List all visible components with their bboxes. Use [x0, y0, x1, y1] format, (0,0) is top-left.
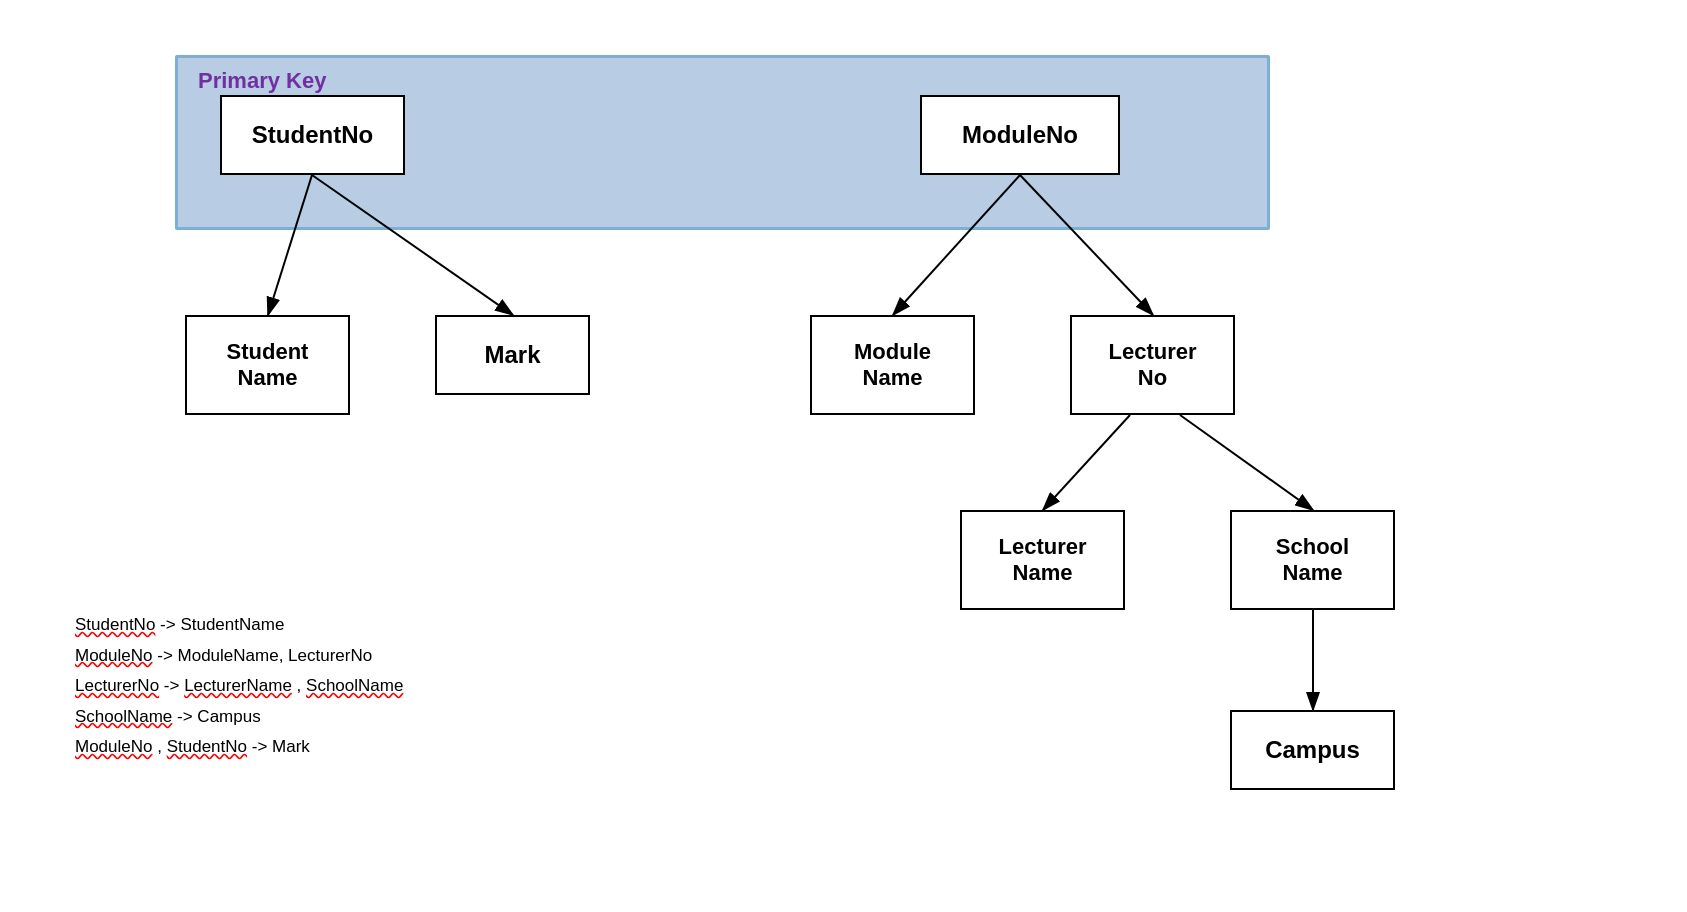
- functional-dependencies: StudentNo -> StudentName ModuleNo -> Mod…: [75, 610, 403, 763]
- diagram-container: Primary Key StudentNo ModuleNo StudentNa…: [0, 0, 1687, 912]
- node-studentname: StudentName: [185, 315, 350, 415]
- node-mark: Mark: [435, 315, 590, 395]
- arrow-studentno-studentname: [268, 175, 312, 315]
- fd-moduleno-1: ModuleNo: [75, 646, 153, 665]
- node-schoolname: SchoolName: [1230, 510, 1395, 610]
- arrow-lecturerno-schoolname: [1180, 415, 1313, 510]
- arrow-lecturerno-lecturername: [1043, 415, 1130, 510]
- fd-line-5: ModuleNo , StudentNo -> Mark: [75, 732, 403, 763]
- fd-studentno: StudentNo: [75, 615, 155, 634]
- fd-schoolname-2: SchoolName: [75, 707, 172, 726]
- fd-line-2: ModuleNo -> ModuleName, LecturerNo: [75, 641, 403, 672]
- fd-schoolname: SchoolName: [306, 676, 403, 695]
- fd-line-1: StudentNo -> StudentName: [75, 610, 403, 641]
- fd-line-4: SchoolName -> Campus: [75, 702, 403, 733]
- arrow-moduleno-lecturerno: [1020, 175, 1153, 315]
- node-campus: Campus: [1230, 710, 1395, 790]
- node-lecturername: LecturerName: [960, 510, 1125, 610]
- fd-line-3: LecturerNo -> LecturerName , SchoolName: [75, 671, 403, 702]
- arrow-moduleno-modulename: [893, 175, 1020, 315]
- fd-lecturerno: LecturerNo: [75, 676, 159, 695]
- fd-moduleno-2: ModuleNo: [75, 737, 153, 756]
- fd-lecturername: LecturerName: [184, 676, 292, 695]
- node-lecturerno: LecturerNo: [1070, 315, 1235, 415]
- fd-studentno-2: StudentNo: [167, 737, 247, 756]
- arrow-studentno-mark: [312, 175, 513, 315]
- node-modulename: ModuleName: [810, 315, 975, 415]
- node-moduleno: ModuleNo: [920, 95, 1120, 175]
- node-studentno: StudentNo: [220, 95, 405, 175]
